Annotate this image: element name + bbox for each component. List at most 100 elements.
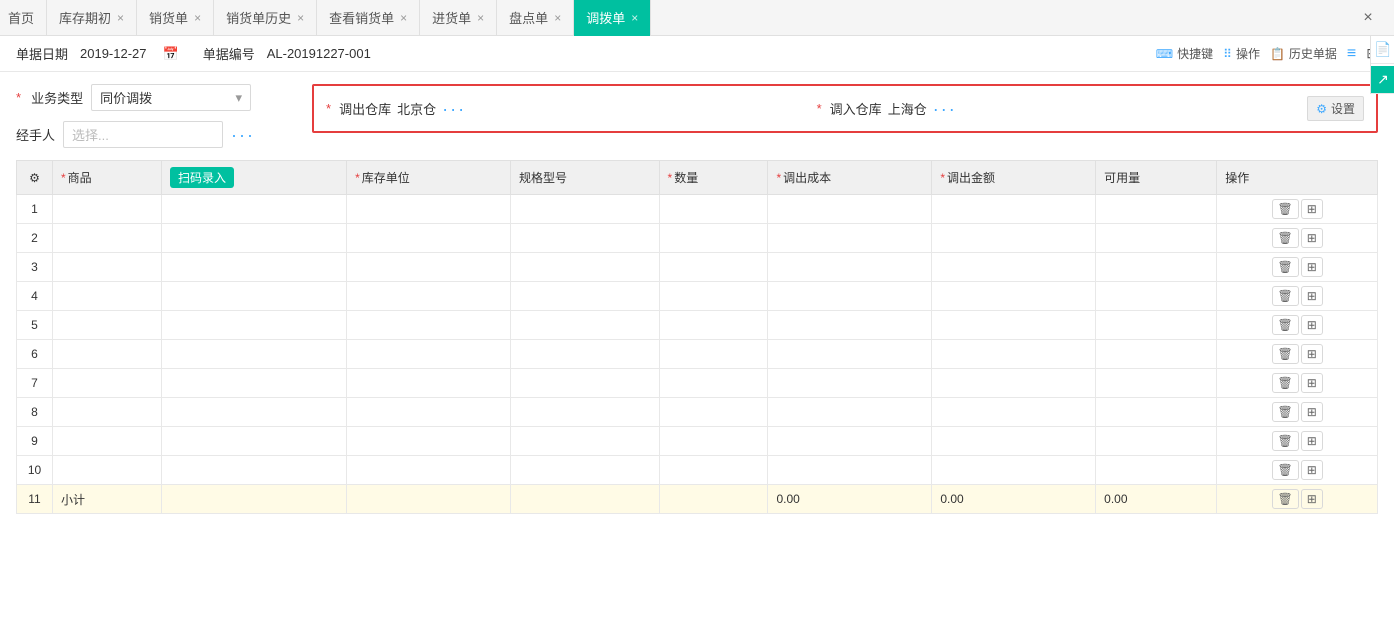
tab-close-transfer-order[interactable]: ×	[631, 11, 638, 25]
cell-amount[interactable]	[932, 340, 1096, 369]
delete-btn[interactable]: 🗑	[1272, 257, 1299, 277]
cell-amount[interactable]	[932, 224, 1096, 253]
cell-available[interactable]	[1096, 195, 1217, 224]
settings-button[interactable]: ⚙ 设置	[1307, 96, 1364, 121]
delete-btn[interactable]: 🗑	[1272, 286, 1299, 306]
cell-product[interactable]	[53, 456, 162, 485]
cell-qty[interactable]	[659, 340, 768, 369]
cell-product[interactable]	[53, 369, 162, 398]
cell-available[interactable]	[1096, 224, 1217, 253]
cell-cost[interactable]	[768, 340, 932, 369]
delete-btn[interactable]: 🗑	[1272, 489, 1299, 509]
copy-btn[interactable]: ⊞	[1301, 402, 1323, 422]
person-more-btn[interactable]: ···	[231, 126, 255, 144]
calendar-icon[interactable]: 📅	[163, 46, 179, 62]
cell-unit[interactable]	[347, 456, 511, 485]
cell-unit[interactable]	[347, 195, 511, 224]
tab-close-view-sales[interactable]: ×	[400, 11, 407, 25]
cell-product[interactable]	[53, 311, 162, 340]
cell-qty[interactable]	[659, 224, 768, 253]
delete-btn[interactable]: 🗑	[1272, 402, 1299, 422]
cell-product[interactable]	[53, 427, 162, 456]
delete-btn[interactable]: 🗑	[1272, 344, 1299, 364]
cell-cost[interactable]: 0.00	[768, 485, 932, 514]
cell-amount[interactable]	[932, 427, 1096, 456]
cell-qty[interactable]	[659, 195, 768, 224]
cell-unit[interactable]	[347, 311, 511, 340]
cell-spec[interactable]	[510, 224, 659, 253]
cell-qty[interactable]	[659, 253, 768, 282]
delete-btn[interactable]: 🗑	[1272, 199, 1299, 219]
delete-btn[interactable]: 🗑	[1272, 228, 1299, 248]
cell-amount[interactable]	[932, 253, 1096, 282]
copy-btn[interactable]: ⊞	[1301, 228, 1323, 248]
delete-btn[interactable]: 🗑	[1272, 460, 1299, 480]
sidebar-doc-btn[interactable]: 📄	[1371, 36, 1394, 64]
cell-product[interactable]	[53, 195, 162, 224]
cell-available[interactable]	[1096, 340, 1217, 369]
transfer-out-more-btn[interactable]: ···	[442, 100, 466, 118]
cell-spec[interactable]	[510, 282, 659, 311]
ops-btn[interactable]: ⠿ 操作	[1223, 45, 1260, 62]
cell-product[interactable]	[53, 340, 162, 369]
cell-cost[interactable]	[768, 195, 932, 224]
business-type-select[interactable]: 同价调拨 ▾	[91, 84, 251, 111]
cell-spec[interactable]	[510, 485, 659, 514]
cell-spec[interactable]	[510, 369, 659, 398]
cell-available[interactable]	[1096, 456, 1217, 485]
cell-qty[interactable]	[659, 456, 768, 485]
tab-close-sales-order[interactable]: ×	[194, 11, 201, 25]
copy-btn[interactable]: ⊞	[1301, 199, 1323, 219]
cell-unit[interactable]	[347, 340, 511, 369]
tab-close-purchase-order[interactable]: ×	[477, 11, 484, 25]
cell-available[interactable]: 0.00	[1096, 485, 1217, 514]
tab-close-sales-history[interactable]: ×	[297, 11, 304, 25]
cell-amount[interactable]	[932, 195, 1096, 224]
tab-view-sales[interactable]: 查看销货单 ×	[317, 0, 420, 36]
cell-available[interactable]	[1096, 427, 1217, 456]
cell-unit[interactable]	[347, 282, 511, 311]
cell-cost[interactable]	[768, 456, 932, 485]
cell-qty[interactable]	[659, 369, 768, 398]
history-btn[interactable]: 📋 历史单据	[1270, 45, 1337, 62]
cell-qty[interactable]	[659, 485, 768, 514]
cell-available[interactable]	[1096, 311, 1217, 340]
tab-close-inventory-check[interactable]: ×	[554, 11, 561, 25]
cell-qty[interactable]	[659, 398, 768, 427]
cell-qty[interactable]	[659, 282, 768, 311]
cell-spec[interactable]	[510, 427, 659, 456]
cell-unit[interactable]	[347, 253, 511, 282]
cell-cost[interactable]	[768, 224, 932, 253]
cell-cost[interactable]	[768, 427, 932, 456]
copy-btn[interactable]: ⊞	[1301, 373, 1323, 393]
copy-btn[interactable]: ⊞	[1301, 344, 1323, 364]
cell-cost[interactable]	[768, 282, 932, 311]
cell-available[interactable]	[1096, 369, 1217, 398]
scan-button[interactable]: 扫码录入	[170, 167, 234, 188]
cell-spec[interactable]	[510, 195, 659, 224]
copy-btn[interactable]: ⊞	[1301, 257, 1323, 277]
cell-unit[interactable]	[347, 485, 511, 514]
cell-cost[interactable]	[768, 253, 932, 282]
transfer-in-more-btn[interactable]: ···	[933, 100, 957, 118]
tab-sales-history[interactable]: 销货单历史 ×	[214, 0, 317, 36]
cell-available[interactable]	[1096, 398, 1217, 427]
cell-qty[interactable]	[659, 427, 768, 456]
shortcut-btn[interactable]: ⌨ 快捷键	[1156, 45, 1213, 62]
cell-spec[interactable]	[510, 311, 659, 340]
cell-product[interactable]	[53, 398, 162, 427]
copy-btn[interactable]: ⊞	[1301, 315, 1323, 335]
cell-amount[interactable]	[932, 398, 1096, 427]
tab-sales-order[interactable]: 销货单 ×	[137, 0, 214, 36]
cell-product[interactable]	[53, 224, 162, 253]
copy-btn[interactable]: ⊞	[1301, 286, 1323, 306]
cell-spec[interactable]	[510, 398, 659, 427]
person-select[interactable]: 选择...	[63, 121, 223, 148]
copy-btn[interactable]: ⊞	[1301, 489, 1323, 509]
tab-inventory-init[interactable]: 库存期初 ×	[47, 0, 137, 36]
cell-product[interactable]	[53, 282, 162, 311]
tab-home[interactable]: 首页	[8, 0, 47, 36]
delete-btn[interactable]: 🗑	[1272, 431, 1299, 451]
col-gear[interactable]: ⚙	[17, 161, 53, 195]
view-toggle-list[interactable]: ≡	[1347, 45, 1356, 63]
